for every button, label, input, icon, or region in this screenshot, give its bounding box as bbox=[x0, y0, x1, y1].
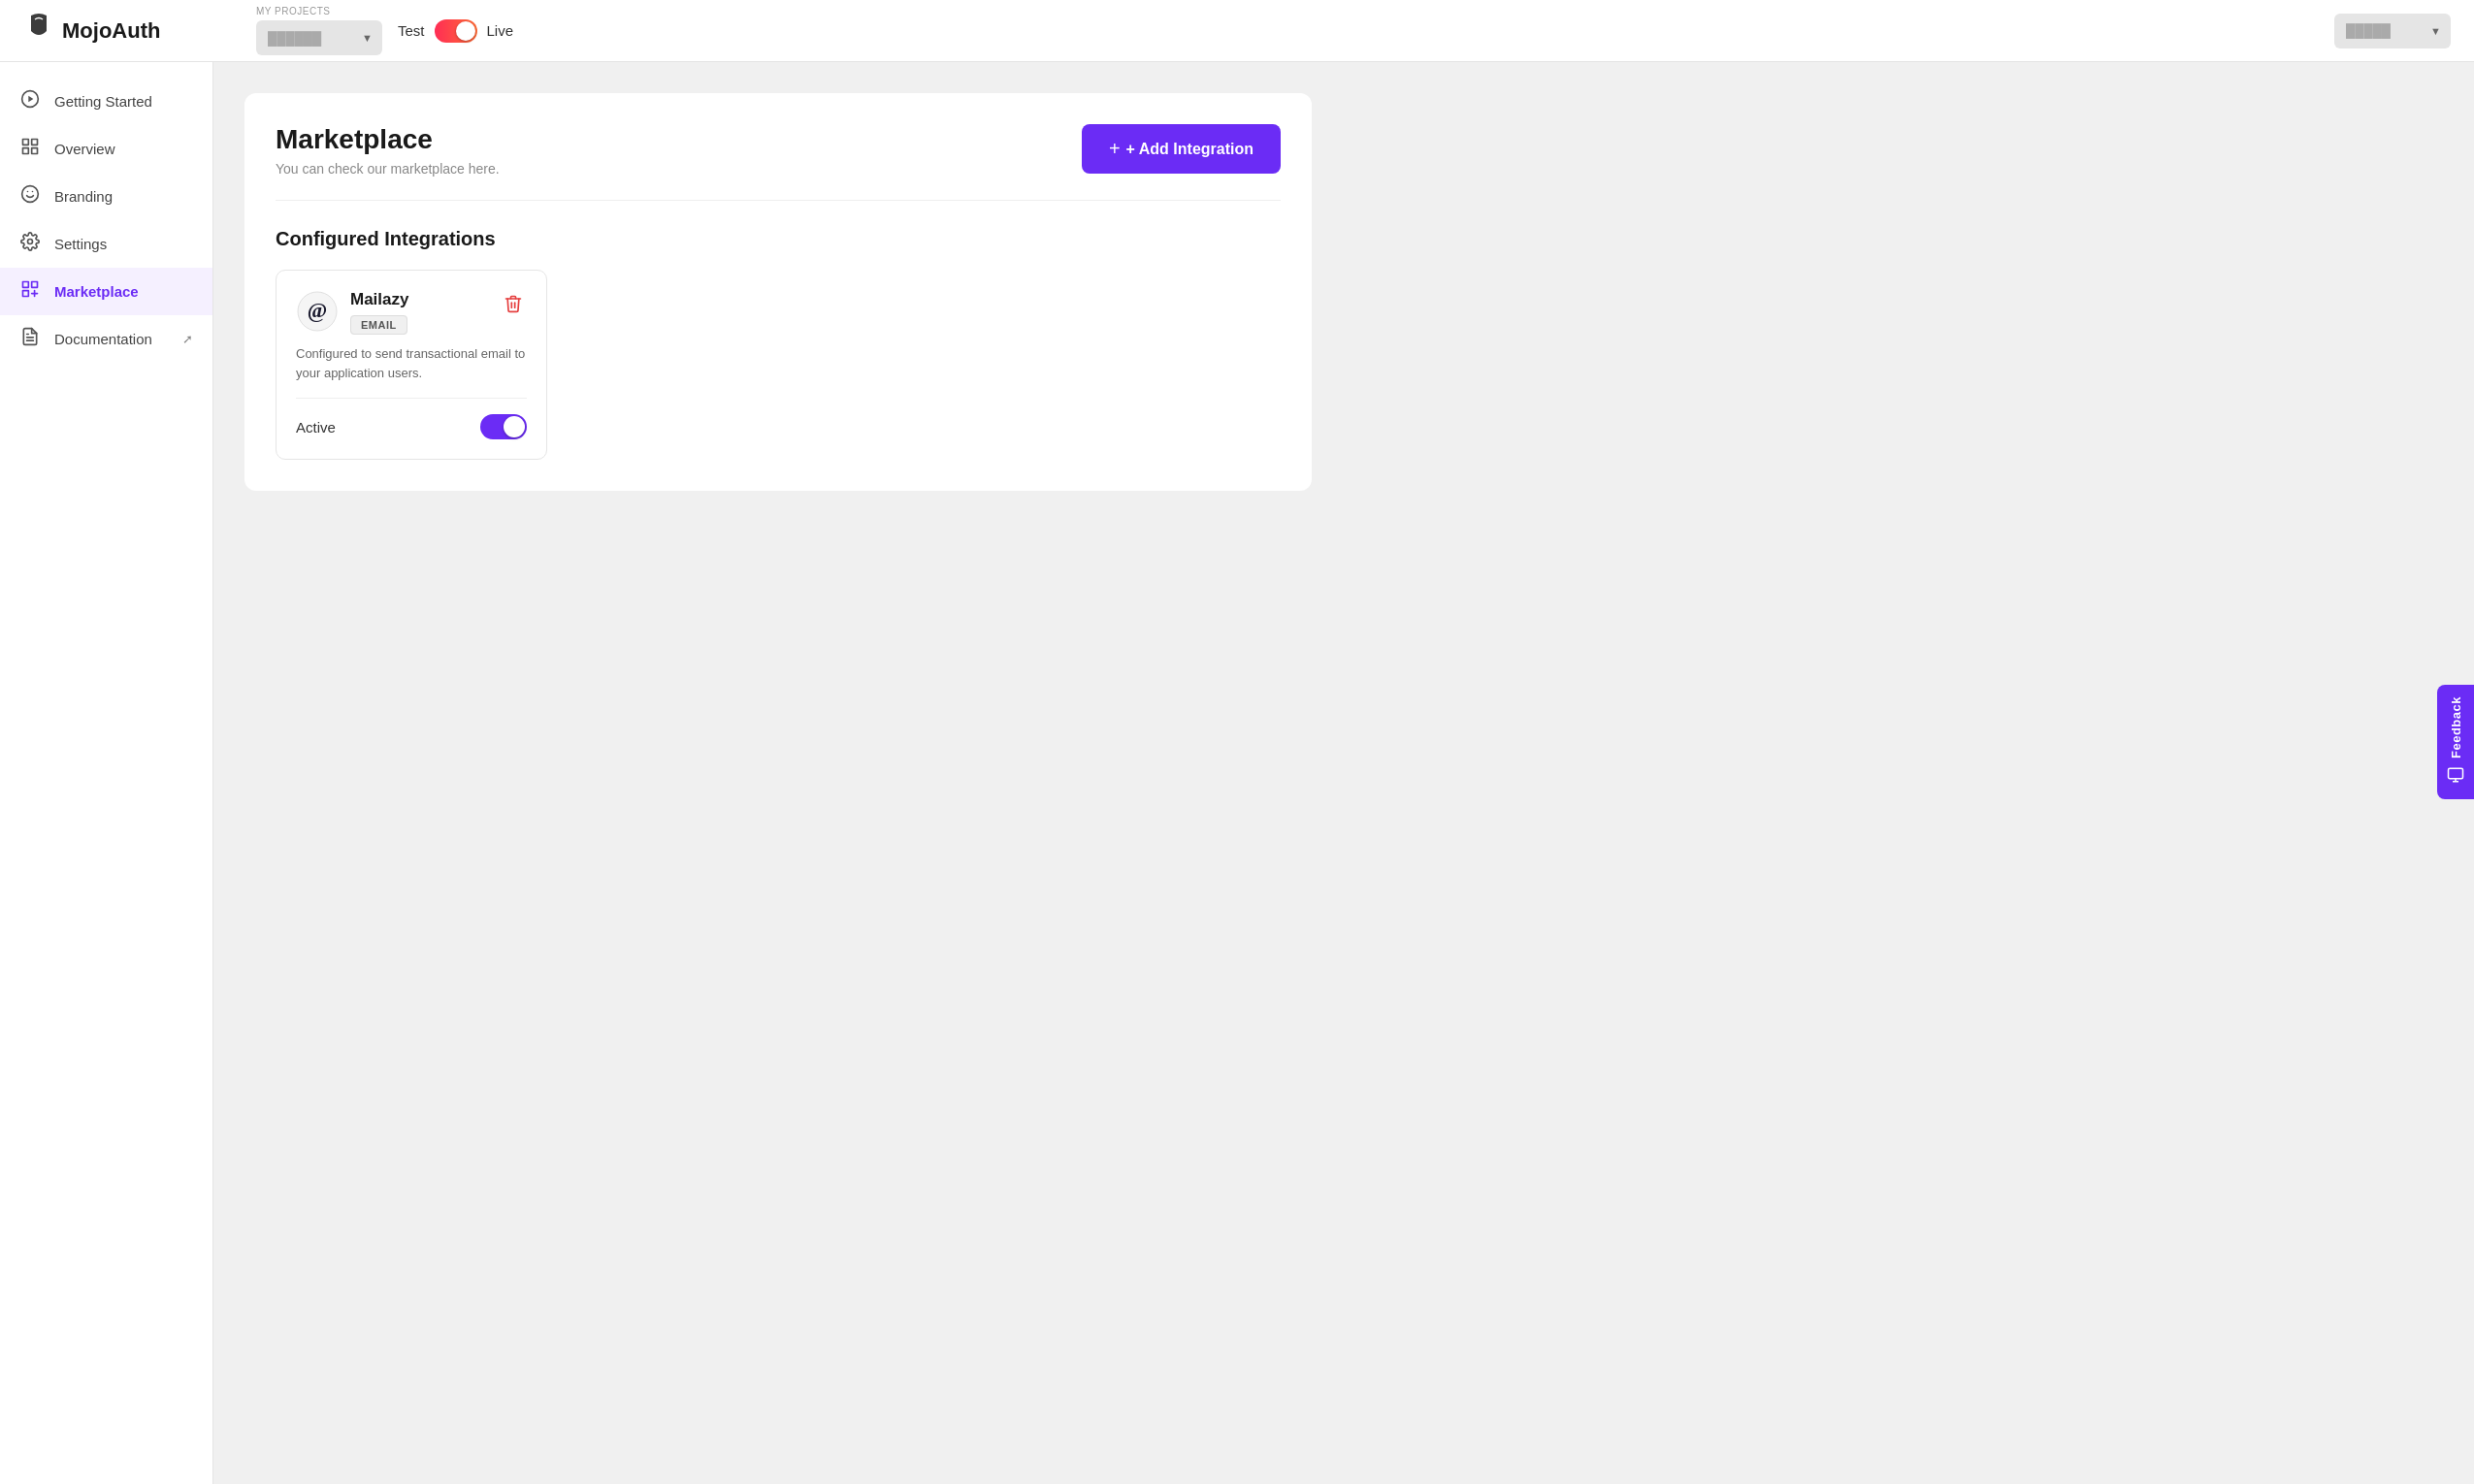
my-projects-label: MY PROJECTS bbox=[256, 6, 330, 16]
external-link-icon: ➚ bbox=[182, 332, 193, 346]
integration-footer: Active bbox=[296, 414, 527, 439]
sidebar-item-settings[interactable]: Settings bbox=[0, 220, 212, 268]
live-label: Live bbox=[487, 22, 514, 39]
logo-text: MojoAuth bbox=[62, 18, 160, 44]
configured-integrations-section: Configured Integrations @ bbox=[276, 228, 1281, 460]
svg-rect-10 bbox=[23, 282, 29, 288]
test-live-toggle: Test Live bbox=[398, 19, 513, 43]
integration-badge: EMAIL bbox=[350, 315, 407, 335]
header-right-chevron-icon: ▼ bbox=[2430, 25, 2441, 37]
add-integration-label: + Add Integration bbox=[1126, 141, 1253, 158]
smile-icon bbox=[19, 184, 41, 209]
logo-icon bbox=[23, 12, 54, 49]
integration-card-header: @ Mailazy EMAIL bbox=[296, 290, 527, 333]
settings-icon bbox=[19, 232, 41, 256]
feedback-icon bbox=[2447, 766, 2464, 788]
sidebar-item-overview[interactable]: Overview bbox=[0, 125, 212, 173]
svg-rect-5 bbox=[32, 148, 38, 154]
main-card: Marketplace You can check our marketplac… bbox=[244, 93, 1312, 491]
sidebar-item-settings-label: Settings bbox=[54, 236, 107, 252]
delete-integration-button[interactable] bbox=[500, 290, 527, 317]
project-dropdown-button[interactable]: ██████ ▼ bbox=[256, 20, 382, 55]
integration-info: @ Mailazy EMAIL bbox=[296, 290, 408, 333]
integration-card-mailazy: @ Mailazy EMAIL bbox=[276, 270, 547, 460]
sidebar-item-documentation-label: Documentation bbox=[54, 331, 152, 347]
header-center: MY PROJECTS ██████ ▼ Test Live bbox=[217, 6, 2334, 55]
integration-name: Mailazy bbox=[350, 290, 408, 309]
page-title: Marketplace bbox=[276, 124, 500, 155]
sidebar-item-branding-label: Branding bbox=[54, 188, 113, 205]
header-right-dropdown[interactable]: █████ ▼ bbox=[2334, 14, 2451, 48]
sidebar-item-getting-started-label: Getting Started bbox=[54, 93, 152, 110]
sidebar-item-marketplace[interactable]: Marketplace bbox=[0, 268, 212, 315]
marketplace-icon bbox=[19, 279, 41, 304]
svg-marker-1 bbox=[28, 96, 33, 103]
active-toggle-knob bbox=[504, 416, 525, 437]
header-right: █████ ▼ bbox=[2334, 14, 2451, 48]
svg-point-6 bbox=[22, 186, 39, 203]
plus-icon: + bbox=[1109, 138, 1121, 160]
sidebar-item-branding[interactable]: Branding bbox=[0, 173, 212, 220]
feedback-label: Feedback bbox=[2449, 696, 2463, 758]
svg-point-9 bbox=[28, 240, 33, 244]
logo-area: MojoAuth bbox=[23, 12, 217, 49]
svg-rect-11 bbox=[32, 282, 38, 288]
svg-text:@: @ bbox=[308, 298, 327, 322]
content-area: Marketplace You can check our marketplac… bbox=[213, 62, 2474, 1484]
grid-icon bbox=[19, 137, 41, 161]
feedback-inner[interactable]: Feedback bbox=[2437, 685, 2474, 799]
sidebar-item-getting-started[interactable]: Getting Started bbox=[0, 78, 212, 125]
project-dropdown-value: ██████ bbox=[268, 31, 321, 46]
card-header: Marketplace You can check our marketplac… bbox=[276, 124, 1281, 201]
test-label: Test bbox=[398, 22, 425, 39]
sidebar-item-documentation[interactable]: Documentation ➚ bbox=[0, 315, 212, 363]
project-dropdown-wrapper: MY PROJECTS ██████ ▼ bbox=[256, 6, 382, 55]
project-dropdown-chevron-icon: ▼ bbox=[362, 32, 373, 44]
sidebar: Getting Started Overview Branding bbox=[0, 62, 213, 1484]
svg-rect-3 bbox=[32, 140, 38, 145]
page-subtitle: You can check our marketplace here. bbox=[276, 161, 500, 177]
file-text-icon bbox=[19, 327, 41, 351]
mailazy-logo-icon: @ bbox=[296, 290, 339, 333]
toggle-knob bbox=[456, 21, 475, 41]
page-header-text: Marketplace You can check our marketplac… bbox=[276, 124, 500, 177]
integration-details: Mailazy EMAIL bbox=[350, 290, 408, 333]
sidebar-item-overview-label: Overview bbox=[54, 141, 115, 157]
main-layout: Getting Started Overview Branding bbox=[0, 62, 2474, 1484]
active-toggle-switch[interactable] bbox=[480, 414, 527, 439]
header-right-value: █████ bbox=[2346, 23, 2391, 38]
svg-rect-19 bbox=[2449, 768, 2463, 779]
play-circle-icon bbox=[19, 89, 41, 113]
configured-integrations-title: Configured Integrations bbox=[276, 228, 1281, 250]
add-integration-button[interactable]: + + Add Integration bbox=[1082, 124, 1281, 174]
svg-rect-2 bbox=[23, 140, 29, 145]
sidebar-item-marketplace-label: Marketplace bbox=[54, 283, 139, 300]
feedback-tab[interactable]: Feedback bbox=[2437, 685, 2474, 799]
header: MojoAuth MY PROJECTS ██████ ▼ Test Live … bbox=[0, 0, 2474, 62]
svg-rect-12 bbox=[23, 291, 29, 297]
active-label: Active bbox=[296, 419, 336, 436]
integration-description: Configured to send transactional email t… bbox=[296, 344, 527, 399]
svg-rect-4 bbox=[23, 148, 29, 154]
test-live-toggle-switch[interactable] bbox=[435, 19, 477, 43]
